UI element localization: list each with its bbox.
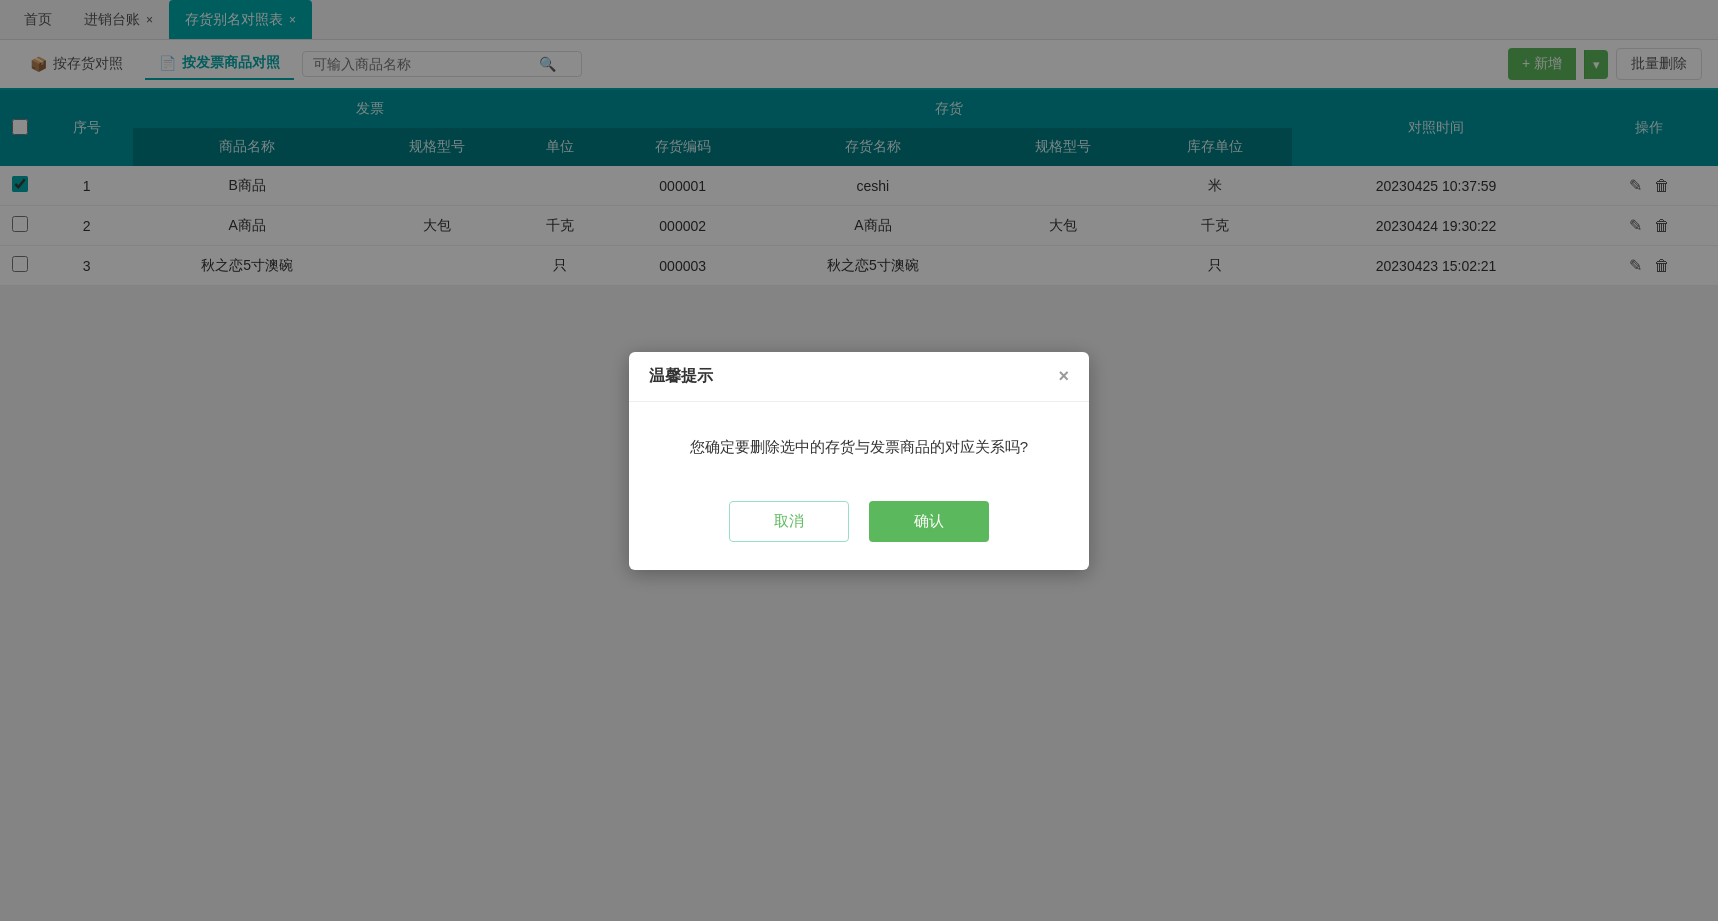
dialog-overlay: 温馨提示 × 您确定要删除选中的存货与发票商品的对应关系吗? 取消 确认: [0, 0, 1718, 286]
